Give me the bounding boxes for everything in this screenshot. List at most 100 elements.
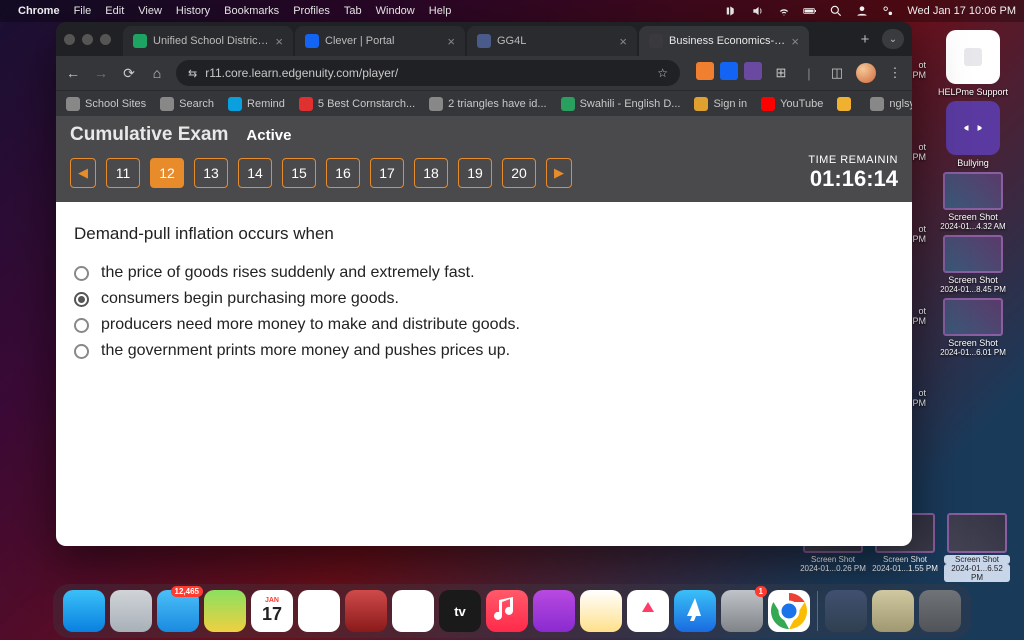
- battery-icon[interactable]: [803, 4, 817, 18]
- browser-tab[interactable]: Business Economics-CR (KC)×: [639, 26, 809, 56]
- close-tab-icon[interactable]: ×: [791, 34, 799, 49]
- menubar-datetime[interactable]: Wed Jan 17 10:06 PM: [907, 5, 1016, 17]
- dock-app-photos[interactable]: [298, 590, 340, 632]
- bookmark-item[interactable]: 2 triangles have id...: [429, 97, 546, 111]
- menu-tab[interactable]: Tab: [344, 5, 362, 17]
- tabs-dropdown[interactable]: ⌄: [882, 29, 904, 49]
- radio-icon[interactable]: [74, 292, 89, 307]
- bookmark-item[interactable]: School Sites: [66, 97, 146, 111]
- bookmark-item[interactable]: Search: [160, 97, 214, 111]
- dock-app-self-service[interactable]: [345, 590, 387, 632]
- new-tab-button[interactable]: +: [852, 31, 878, 48]
- volume-icon[interactable]: [751, 4, 765, 18]
- wifi-icon[interactable]: [777, 4, 791, 18]
- dock-app-calendar[interactable]: JAN17: [251, 590, 293, 632]
- dock-app-news[interactable]: [627, 590, 669, 632]
- spotlight-icon[interactable]: [829, 4, 843, 18]
- forward-button[interactable]: →: [92, 65, 110, 81]
- close-tab-icon[interactable]: ×: [275, 34, 283, 49]
- dock-app-podcasts[interactable]: [533, 590, 575, 632]
- dock-app-chrome[interactable]: [768, 590, 810, 632]
- question-number-button[interactable]: 18: [414, 158, 448, 188]
- answer-option[interactable]: producers need more money to make and di…: [74, 316, 894, 334]
- dock-app-notes[interactable]: [580, 590, 622, 632]
- extension-icon[interactable]: [720, 62, 738, 80]
- timer-value: 01:16:14: [808, 166, 898, 192]
- dock-app-finder[interactable]: [63, 590, 105, 632]
- menu-window[interactable]: Window: [376, 5, 415, 17]
- browser-tab[interactable]: Clever | Portal×: [295, 26, 465, 56]
- question-next-button[interactable]: ▶: [546, 158, 572, 188]
- control-center-icon[interactable]: [881, 4, 895, 18]
- radio-icon[interactable]: [74, 266, 89, 281]
- extension-icon[interactable]: [696, 62, 714, 80]
- desktop-icon[interactable]: Screen Shot2024-01...6.01 PM: [933, 298, 1013, 357]
- question-number-button[interactable]: 17: [370, 158, 404, 188]
- dock-app-trash[interactable]: [919, 590, 961, 632]
- question-number-button[interactable]: 11: [106, 158, 140, 188]
- extension-icon[interactable]: [744, 62, 762, 80]
- desktop-screenshot[interactable]: Screen Shot2024-01...6.52 PM: [944, 513, 1010, 582]
- dock-app-mail[interactable]: 12,465: [157, 590, 199, 632]
- bookmark-star-icon[interactable]: ☆: [657, 66, 668, 80]
- dock-app-settings[interactable]: 1: [721, 590, 763, 632]
- option-text: consumers begin purchasing more goods.: [101, 290, 399, 308]
- close-tab-icon[interactable]: ×: [619, 34, 627, 49]
- question-number-button[interactable]: 12: [150, 158, 184, 188]
- question-number-button[interactable]: 15: [282, 158, 316, 188]
- bookmark-item[interactable]: nglsync - Google...: [870, 97, 912, 111]
- window-controls[interactable]: [64, 34, 111, 45]
- dock-app-launchpad[interactable]: [110, 590, 152, 632]
- bookmark-item[interactable]: Sign in: [694, 97, 747, 111]
- home-button[interactable]: ⌂: [148, 65, 166, 81]
- dock-app-appstore[interactable]: [674, 590, 716, 632]
- desktop-icon[interactable]: Bullying: [933, 101, 1013, 168]
- question-number-button[interactable]: 16: [326, 158, 360, 188]
- dock-app-music[interactable]: [486, 590, 528, 632]
- dock-app-tv[interactable]: tv: [439, 590, 481, 632]
- close-tab-icon[interactable]: ×: [447, 34, 455, 49]
- sidepanel-icon[interactable]: ◫: [828, 64, 846, 82]
- users-icon[interactable]: [855, 4, 869, 18]
- profile-avatar[interactable]: [856, 63, 876, 83]
- question-number-button[interactable]: 13: [194, 158, 228, 188]
- answer-option[interactable]: the government prints more money and pus…: [74, 342, 894, 360]
- extensions-icon[interactable]: ⊞: [772, 64, 790, 82]
- menu-help[interactable]: Help: [429, 5, 452, 17]
- reload-button[interactable]: ⟳: [120, 65, 138, 82]
- browser-tab[interactable]: Unified School District No. 50×: [123, 26, 293, 56]
- menu-file[interactable]: File: [74, 5, 92, 17]
- menu-view[interactable]: View: [138, 5, 162, 17]
- dock-app-board[interactable]: [872, 590, 914, 632]
- desktop-icon[interactable]: HELPme Support: [933, 30, 1013, 97]
- browser-tab[interactable]: GG4L×: [467, 26, 637, 56]
- answer-option[interactable]: consumers begin purchasing more goods.: [74, 290, 894, 308]
- bookmark-item[interactable]: Remind: [228, 97, 285, 111]
- question-number-button[interactable]: 20: [502, 158, 536, 188]
- bookmark-item[interactable]: 5 Best Cornstarch...: [299, 97, 415, 111]
- radio-icon[interactable]: [74, 344, 89, 359]
- dock-app-screenshot[interactable]: [825, 590, 867, 632]
- radio-icon[interactable]: [74, 318, 89, 333]
- question-prev-button[interactable]: ◀: [70, 158, 96, 188]
- menu-edit[interactable]: Edit: [105, 5, 124, 17]
- site-info-icon[interactable]: ⇆: [188, 67, 197, 80]
- menu-profiles[interactable]: Profiles: [293, 5, 330, 17]
- url-field[interactable]: ⇆ r11.core.learn.edgenuity.com/player/ ☆: [176, 60, 680, 86]
- dock-app-maps[interactable]: [204, 590, 246, 632]
- question-number-button[interactable]: 14: [238, 158, 272, 188]
- desktop-icon[interactable]: Screen Shot2024-01...4.32 AM: [933, 172, 1013, 231]
- chrome-menu-icon[interactable]: ⋮: [886, 64, 904, 82]
- answer-option[interactable]: the price of goods rises suddenly and ex…: [74, 264, 894, 282]
- menu-bookmarks[interactable]: Bookmarks: [224, 5, 279, 17]
- bookmark-item[interactable]: YouTube: [761, 97, 823, 111]
- bookmark-item[interactable]: Swahili - English D...: [561, 97, 681, 111]
- back-button[interactable]: ←: [64, 65, 82, 81]
- bookmark-item[interactable]: [837, 97, 856, 111]
- menu-history[interactable]: History: [176, 5, 210, 17]
- desktop-icon[interactable]: Screen Shot2024-01...8.45 PM: [933, 235, 1013, 294]
- menubar-app[interactable]: Chrome: [18, 5, 60, 17]
- question-number-button[interactable]: 19: [458, 158, 492, 188]
- control-strip-icon[interactable]: [725, 4, 739, 18]
- dock-app-reminders[interactable]: [392, 590, 434, 632]
